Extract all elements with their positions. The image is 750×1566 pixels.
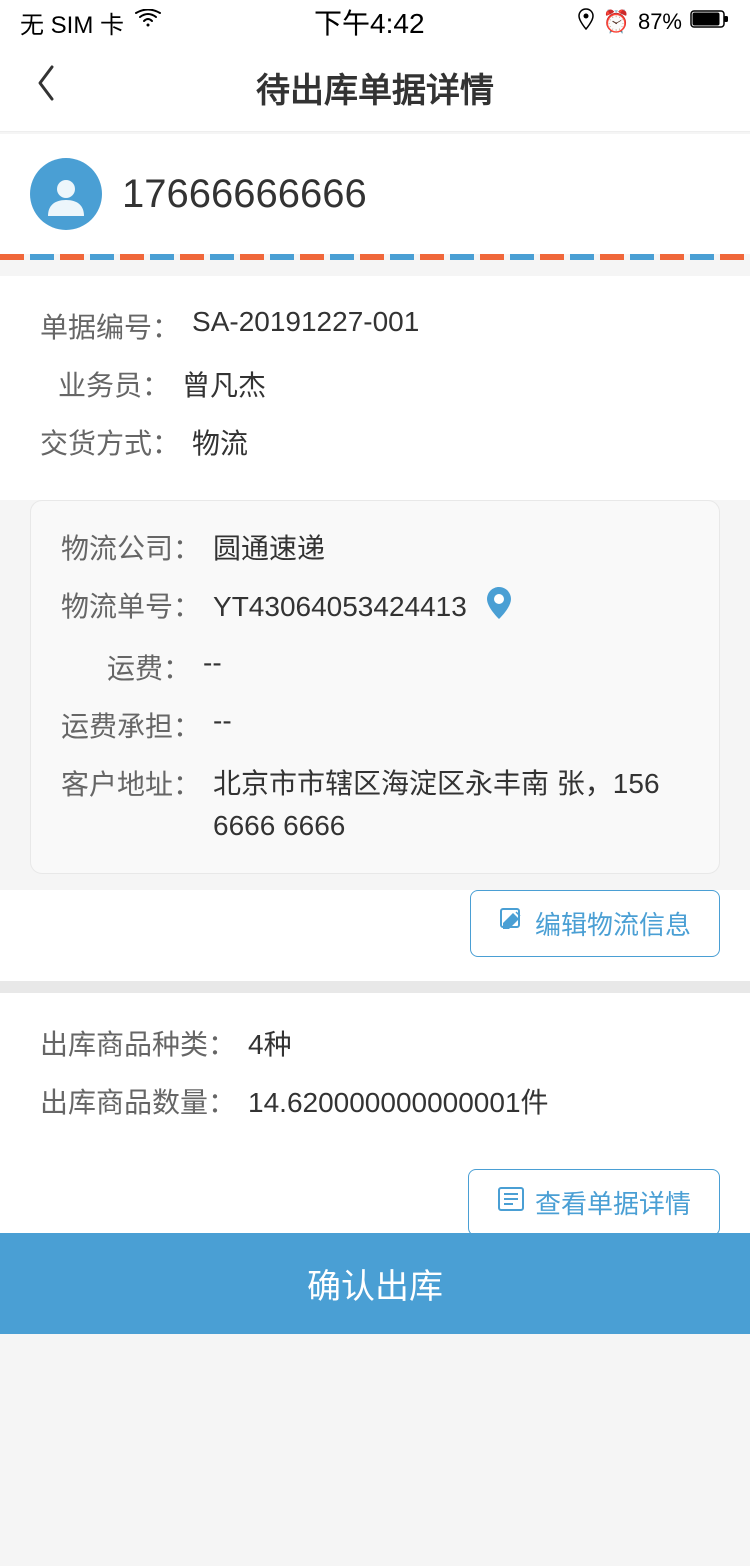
logistics-company-value: 圆通速递 (213, 527, 689, 567)
confirm-button-label: 确认出库 (307, 1268, 443, 1306)
address-label: 客户地址： (61, 763, 201, 803)
status-bar-time: 下午4:42 (314, 2, 425, 42)
tracking-number: YT43064053424413 (213, 591, 467, 623)
logistics-card: 物流公司： 圆通速递 物流单号： YT43064053424413 运费： --… (30, 500, 720, 874)
battery-text: 87% (638, 9, 682, 35)
view-detail-button[interactable]: 查看单据详情 (468, 1169, 720, 1236)
delivery-label: 交货方式： (40, 422, 180, 462)
tracking-location-icon[interactable] (483, 585, 515, 629)
delivery-value: 物流 (192, 422, 710, 462)
back-button[interactable] (24, 53, 68, 122)
status-bar-left: 无 SIM 卡 (20, 5, 162, 40)
tracking-label: 物流单号： (61, 585, 201, 625)
wifi-icon (134, 8, 162, 36)
edit-logistics-button[interactable]: 编辑物流信息 (470, 890, 720, 957)
logistics-company-row: 物流公司： 圆通速递 (61, 527, 689, 567)
address-value: 北京市市辖区海淀区永丰南 张，156 6666 6666 (213, 763, 689, 847)
edit-logistics-row: 编辑物流信息 (0, 890, 750, 981)
delivery-row: 交货方式： 物流 (40, 422, 710, 462)
doc-number-label: 单据编号： (40, 306, 180, 346)
page-title: 待出库单据详情 (256, 63, 494, 112)
avatar (30, 158, 102, 230)
tracking-row: 物流单号： YT43064053424413 (61, 585, 689, 629)
nav-bar: 待出库单据详情 (0, 44, 750, 132)
goods-quantity-row: 出库商品数量： 14.620000000000001件 (40, 1081, 710, 1121)
goods-quantity-label: 出库商品数量： (40, 1081, 236, 1121)
location-status-icon (577, 8, 595, 36)
doc-number-value: SA-20191227-001 (192, 306, 710, 338)
freight-row: 运费： -- (61, 647, 689, 687)
doc-number-row: 单据编号： SA-20191227-001 (40, 306, 710, 346)
section-separator (0, 981, 750, 993)
freight-value: -- (203, 647, 689, 679)
freight-label: 运费： (61, 647, 191, 687)
status-bar: 无 SIM 卡 下午4:42 ⏰ 87% (0, 0, 750, 44)
alarm-icon: ⏰ (603, 9, 630, 35)
document-info-section: 单据编号： SA-20191227-001 业务员： 曾凡杰 交货方式： 物流 (0, 276, 750, 500)
logistics-company-label: 物流公司： (61, 527, 201, 567)
view-detail-icon (497, 1186, 525, 1219)
battery-icon (690, 8, 730, 36)
dashed-divider (0, 254, 750, 260)
goods-section: 出库商品种类： 4种 出库商品数量： 14.620000000000001件 (0, 993, 750, 1159)
confirm-button[interactable]: 确认出库 (0, 1233, 750, 1334)
edit-logistics-label: 编辑物流信息 (535, 905, 691, 942)
goods-type-row: 出库商品种类： 4种 (40, 1023, 710, 1063)
view-detail-label: 查看单据详情 (535, 1184, 691, 1221)
goods-type-value: 4种 (248, 1023, 710, 1063)
goods-quantity-value: 14.620000000000001件 (248, 1081, 710, 1121)
freight-bear-row: 运费承担： -- (61, 705, 689, 745)
customer-header: 17666666666 (0, 134, 750, 254)
salesperson-value: 曾凡杰 (182, 364, 710, 404)
tracking-value-wrap: YT43064053424413 (213, 585, 689, 629)
customer-phone: 17666666666 (122, 172, 367, 217)
status-bar-right: ⏰ 87% (577, 8, 730, 36)
salesperson-label: 业务员： (40, 364, 170, 404)
freight-bear-value: -- (213, 705, 689, 737)
goods-type-label: 出库商品种类： (40, 1023, 236, 1063)
address-row: 客户地址： 北京市市辖区海淀区永丰南 张，156 6666 6666 (61, 763, 689, 847)
freight-bear-label: 运费承担： (61, 705, 201, 745)
edit-icon (499, 907, 525, 940)
salesperson-row: 业务员： 曾凡杰 (40, 364, 710, 404)
carrier-text: 无 SIM 卡 (20, 5, 124, 40)
